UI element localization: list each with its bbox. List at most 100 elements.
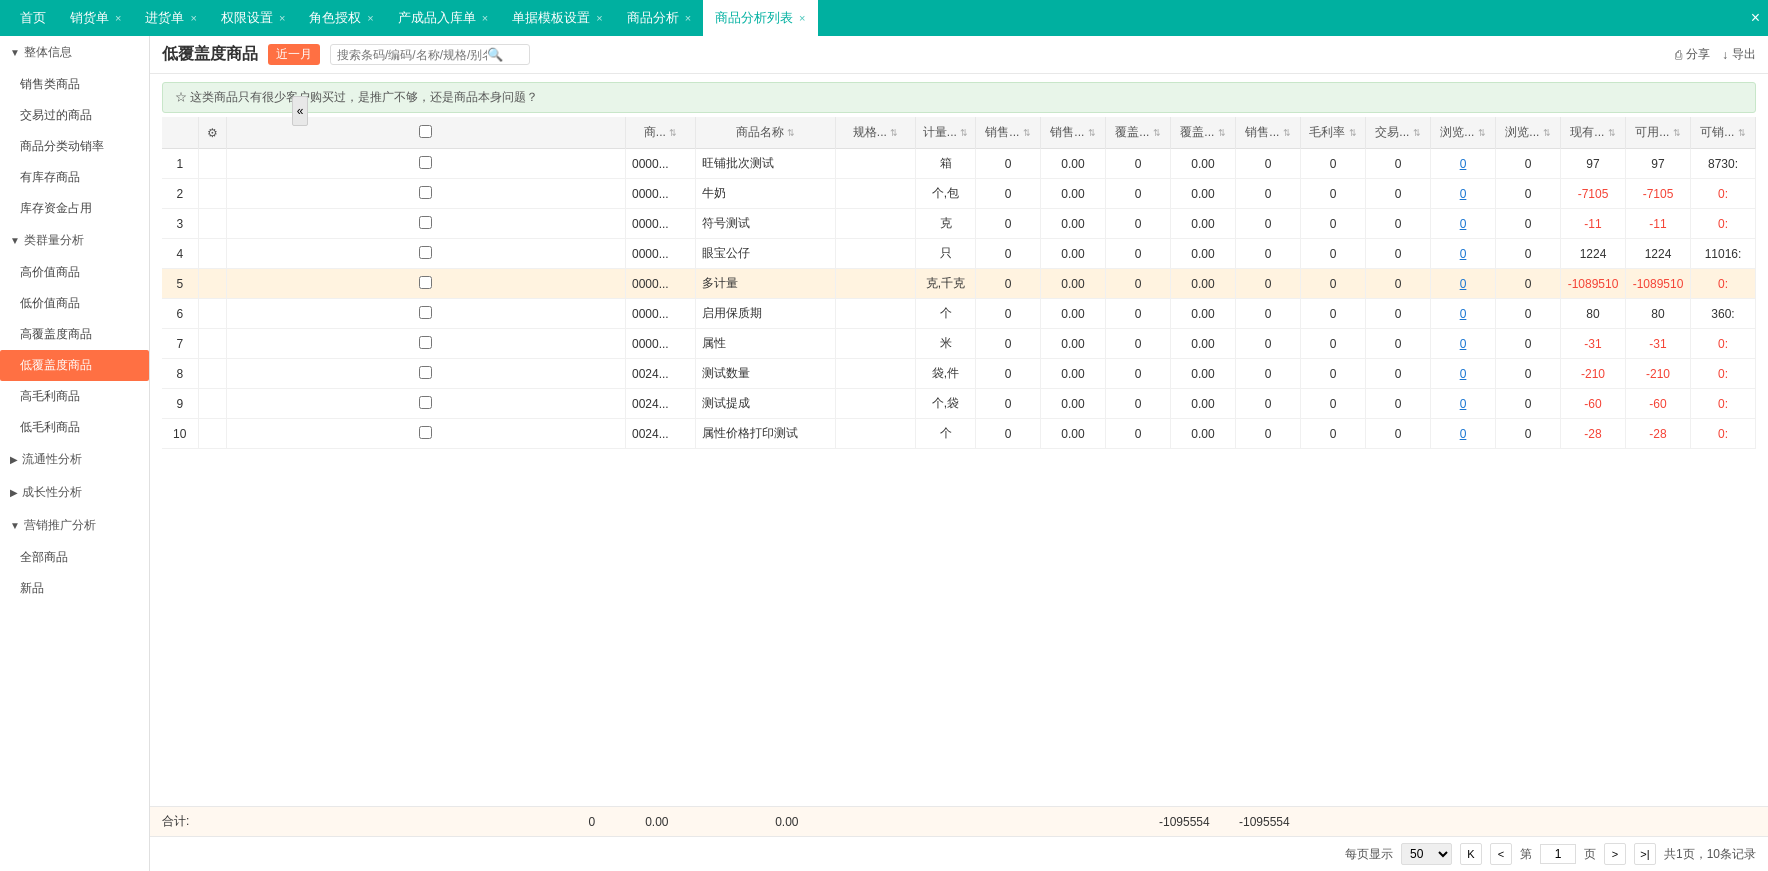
row-browse1[interactable]: 0 (1431, 239, 1496, 269)
export-button[interactable]: ↓ 导出 (1722, 46, 1756, 63)
prev-page-button[interactable]: < (1490, 843, 1512, 865)
col-header-sales-qty[interactable]: 销售... ⇅ (976, 117, 1041, 149)
sidebar-item-low-gross[interactable]: 低毛利商品 (0, 412, 149, 443)
sidebar-section-flow[interactable]: ▶ 流通性分析 (0, 443, 149, 476)
sidebar-item-traded-goods[interactable]: 交易过的商品 (0, 100, 149, 131)
row-select-checkbox[interactable] (419, 306, 432, 319)
close-icon[interactable]: × (367, 12, 373, 24)
nav-tab-product-in[interactable]: 产成品入库单 × (386, 0, 500, 36)
col-header-cover1[interactable]: 覆盖... ⇅ (1106, 117, 1171, 149)
next-page-button[interactable]: > (1604, 843, 1626, 865)
share-button[interactable]: ⎙ 分享 (1675, 46, 1710, 63)
per-page-select[interactable]: 50 20 100 200 (1401, 843, 1452, 865)
close-icon[interactable]: × (799, 12, 805, 24)
row-stock-current: -11 (1561, 209, 1626, 239)
row-select-checkbox[interactable] (419, 186, 432, 199)
row-select-checkbox[interactable] (419, 156, 432, 169)
close-icon[interactable]: × (596, 12, 602, 24)
page-number-input[interactable] (1540, 844, 1576, 864)
row-select-checkbox[interactable] (419, 216, 432, 229)
sort-icon: ⇅ (669, 128, 677, 138)
sidebar-item-low-cover[interactable]: 低覆盖度商品 (0, 350, 149, 381)
col-header-name[interactable]: 商品名称 ⇅ (696, 117, 836, 149)
sidebar-item-high-cover[interactable]: 高覆盖度商品 (0, 319, 149, 350)
last-page-button[interactable]: >| (1634, 843, 1656, 865)
col-header-stock-available[interactable]: 可用... ⇅ (1626, 117, 1691, 149)
row-checkbox (226, 209, 626, 239)
nav-tab-template[interactable]: 单据模板设置 × (500, 0, 614, 36)
row-browse1[interactable]: 0 (1431, 269, 1496, 299)
row-select-checkbox[interactable] (419, 426, 432, 439)
row-cover2: 0.00 (1171, 299, 1236, 329)
sidebar-section-group[interactable]: ▼ 类群量分析 (0, 224, 149, 257)
col-header-stock-saleable[interactable]: 可销... ⇅ (1691, 117, 1756, 149)
col-header-trade[interactable]: 交易... ⇅ (1366, 117, 1431, 149)
search-input[interactable] (337, 48, 487, 62)
row-settings (198, 389, 226, 419)
sidebar-item-high-gross[interactable]: 高毛利商品 (0, 381, 149, 412)
row-select-checkbox[interactable] (419, 336, 432, 349)
close-icon[interactable]: × (685, 12, 691, 24)
close-icon[interactable]: × (482, 12, 488, 24)
nav-tab-purchase[interactable]: 进货单 × (133, 0, 208, 36)
col-header-sales3[interactable]: 销售... ⇅ (1236, 117, 1301, 149)
row-browse1[interactable]: 0 (1431, 299, 1496, 329)
nav-tab-analysis-list[interactable]: 商品分析列表 × (703, 0, 817, 36)
col-header-cover2[interactable]: 覆盖... ⇅ (1171, 117, 1236, 149)
sidebar-item-new-goods[interactable]: 新品 (0, 573, 149, 604)
data-table-container: ⚙ 商... ⇅ 商品名称 ⇅ (162, 117, 1756, 806)
window-close-button[interactable]: × (1751, 9, 1760, 27)
col-header-sales-amt[interactable]: 销售... ⇅ (1041, 117, 1106, 149)
row-select-checkbox[interactable] (419, 276, 432, 289)
row-browse1[interactable]: 0 (1431, 179, 1496, 209)
row-num: 5 (162, 269, 198, 299)
row-browse1[interactable]: 0 (1431, 389, 1496, 419)
row-select-checkbox[interactable] (419, 396, 432, 409)
sidebar-item-high-value[interactable]: 高价值商品 (0, 257, 149, 288)
row-unit: 个,包 (916, 179, 976, 209)
sidebar-item-low-value[interactable]: 低价值商品 (0, 288, 149, 319)
nav-tab-role[interactable]: 角色授权 × (297, 0, 385, 36)
sidebar-item-capital[interactable]: 库存资金占用 (0, 193, 149, 224)
sidebar-item-in-stock[interactable]: 有库存商品 (0, 162, 149, 193)
close-icon[interactable]: × (115, 12, 121, 24)
row-browse1[interactable]: 0 (1431, 149, 1496, 179)
date-filter-button[interactable]: 近一月 (268, 44, 320, 65)
sidebar-section-growth[interactable]: ▶ 成长性分析 (0, 476, 149, 509)
sidebar-item-category-rate[interactable]: 商品分类动销率 (0, 131, 149, 162)
nav-tab-home[interactable]: 首页 (8, 0, 58, 36)
row-browse1[interactable]: 0 (1431, 419, 1496, 449)
close-icon[interactable]: × (279, 12, 285, 24)
sort-icon: ⇅ (1478, 128, 1486, 138)
select-all-checkbox[interactable] (419, 125, 432, 138)
col-header-code[interactable]: 商... ⇅ (626, 117, 696, 149)
col-header-settings[interactable]: ⚙ (198, 117, 226, 149)
nav-tab-analysis[interactable]: 商品分析 × (615, 0, 703, 36)
row-browse1[interactable]: 0 (1431, 359, 1496, 389)
col-header-unit[interactable]: 计量... ⇅ (916, 117, 976, 149)
col-header-stock-current[interactable]: 现有... ⇅ (1561, 117, 1626, 149)
row-cover1: 0 (1106, 239, 1171, 269)
nav-tab-sales[interactable]: 销货单 × (58, 0, 133, 36)
sidebar-item-all-goods[interactable]: 全部商品 (0, 542, 149, 573)
row-select-checkbox[interactable] (419, 366, 432, 379)
col-header-spec[interactable]: 规格... ⇅ (836, 117, 916, 149)
close-icon[interactable]: × (190, 12, 196, 24)
nav-tab-permission[interactable]: 权限设置 × (209, 0, 297, 36)
settings-icon[interactable]: ⚙ (207, 126, 218, 140)
col-header-browse1[interactable]: 浏览... ⇅ (1431, 117, 1496, 149)
sidebar-item-sales-goods[interactable]: 销售类商品 (0, 69, 149, 100)
sidebar-section-marketing[interactable]: ▼ 营销推广分析 (0, 509, 149, 542)
row-stock-available: 1224 (1626, 239, 1691, 269)
first-page-button[interactable]: K (1460, 843, 1482, 865)
col-header-gross[interactable]: 毛利率 ⇅ (1301, 117, 1366, 149)
sidebar-collapse-button[interactable]: « (292, 96, 308, 126)
col-header-browse2[interactable]: 浏览... ⇅ (1496, 117, 1561, 149)
row-browse1[interactable]: 0 (1431, 329, 1496, 359)
row-settings (198, 239, 226, 269)
row-select-checkbox[interactable] (419, 246, 432, 259)
sidebar-section-overall[interactable]: ▼ 整体信息 (0, 36, 149, 69)
row-browse1[interactable]: 0 (1431, 209, 1496, 239)
row-sales-amt: 0.00 (1041, 269, 1106, 299)
search-icon[interactable]: 🔍 (487, 47, 503, 62)
